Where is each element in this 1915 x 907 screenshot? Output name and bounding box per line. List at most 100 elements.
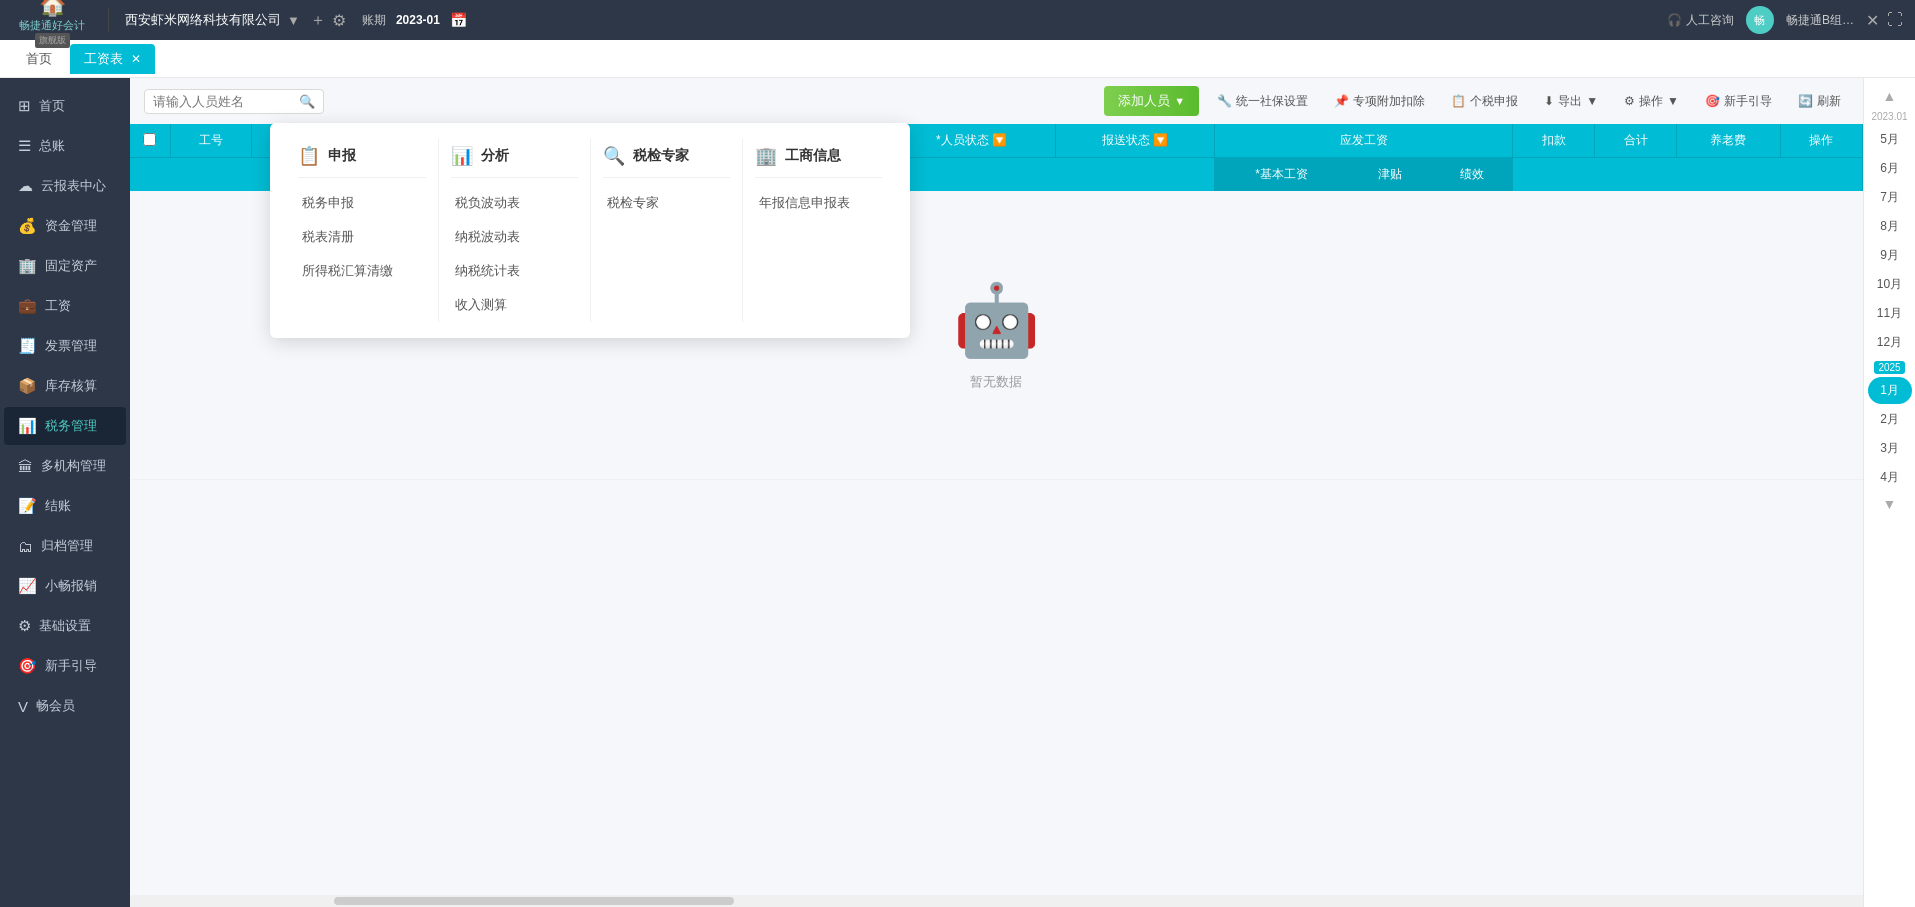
popup-item-income-calc[interactable]: 收入测算	[451, 288, 578, 322]
special-icon: 📌	[1334, 94, 1349, 108]
timeline-month-2[interactable]: 2月	[1868, 406, 1912, 433]
refresh-button[interactable]: 🔄 刷新	[1790, 88, 1849, 115]
guide-button[interactable]: 🎯 新手引导	[1697, 88, 1780, 115]
service-button[interactable]: 🎧 人工咨询	[1667, 12, 1734, 29]
company-selector[interactable]: 西安虾米网络科技有限公司 ▼ ＋ ⚙ 账期 2023-01 📅	[125, 10, 1657, 31]
timeline-month-12[interactable]: 12月	[1868, 329, 1912, 356]
sidebar-item-guide[interactable]: 🎯 新手引导	[4, 647, 126, 685]
horizontal-scrollbar[interactable]	[130, 895, 1863, 907]
popup-item-tax-stats[interactable]: 纳税统计表	[451, 254, 578, 288]
popup-item-tax-declare[interactable]: 税务申报	[298, 186, 426, 220]
sidebar-item-tax[interactable]: 📊 税务管理	[4, 407, 126, 445]
service-label: 人工咨询	[1686, 12, 1734, 29]
sidebar-item-cloud[interactable]: ☁ 云报表中心	[4, 167, 126, 205]
ledger-icon: ☰	[18, 137, 31, 155]
invoice-icon: 🧾	[18, 337, 37, 355]
sidebar-item-ledger[interactable]: ☰ 总账	[4, 127, 126, 165]
sidebar-item-invoice[interactable]: 🧾 发票管理	[4, 327, 126, 365]
search-input[interactable]	[153, 94, 293, 109]
sidebar-item-home[interactable]: ⊞ 首页	[4, 87, 126, 125]
close-icon[interactable]: ✕	[1866, 11, 1879, 30]
personal-tax-button[interactable]: 📋 个税申报	[1443, 88, 1526, 115]
timeline-month-7[interactable]: 7月	[1868, 184, 1912, 211]
timeline-month-8[interactable]: 8月	[1868, 213, 1912, 240]
popup-item-tax-fluctuation[interactable]: 纳税波动表	[451, 220, 578, 254]
sidebar-item-member[interactable]: V 畅会员	[4, 687, 126, 725]
select-all-checkbox[interactable]	[143, 133, 156, 146]
search-box[interactable]: 🔍	[144, 89, 324, 114]
timeline-month-3[interactable]: 3月	[1868, 435, 1912, 462]
th-send-status[interactable]: 报送状态 🔽	[1055, 124, 1214, 158]
sidebar-item-settings[interactable]: ⚙ 基础设置	[4, 607, 126, 645]
th-op: 操作	[1780, 124, 1862, 158]
empty-icon: 🤖	[953, 279, 1040, 361]
tab-home[interactable]: 首页	[12, 44, 66, 74]
sidebar-item-assets[interactable]: 🏢 固定资产	[4, 247, 126, 285]
app-version: 旗舰版	[35, 33, 70, 48]
scrollbar-thumb[interactable]	[334, 897, 734, 905]
timeline-month-4[interactable]: 4月	[1868, 464, 1912, 491]
empty-text: 暂无数据	[970, 373, 1022, 391]
operation-button[interactable]: ⚙ 操作 ▼	[1616, 88, 1687, 115]
sidebar-item-ledger-label: 总账	[39, 137, 65, 155]
archive-icon: 🗂	[18, 538, 33, 555]
maximize-icon[interactable]: ⛶	[1887, 11, 1903, 29]
social-settings-button[interactable]: 🔧 统一社保设置	[1209, 88, 1316, 115]
th-num: 工号	[170, 124, 252, 158]
special-deduction-button[interactable]: 📌 专项附加扣除	[1326, 88, 1433, 115]
sidebar-item-home-label: 首页	[39, 97, 65, 115]
timeline-month-9[interactable]: 9月	[1868, 242, 1912, 269]
personal-icon: 📋	[1451, 94, 1466, 108]
sidebar-item-archive[interactable]: 🗂 归档管理	[4, 527, 126, 565]
sidebar-item-multi[interactable]: 🏛 多机构管理	[4, 447, 126, 485]
timeline-month-11[interactable]: 11月	[1868, 300, 1912, 327]
app-logo: 🏠 畅捷通好会计 旗舰版	[12, 0, 92, 48]
app-name: 畅捷通好会计	[19, 18, 85, 33]
popup-item-tax-burden[interactable]: 税负波动表	[451, 186, 578, 220]
tab-home-label: 首页	[26, 50, 52, 68]
user-name[interactable]: 畅捷通B组…	[1786, 12, 1854, 29]
company-name: 西安虾米网络科技有限公司	[125, 11, 281, 29]
timeline-month-5[interactable]: 5月	[1868, 126, 1912, 153]
th-total: 合计	[1595, 124, 1677, 158]
sidebar-item-settle[interactable]: 📝 结账	[4, 487, 126, 525]
sidebar-item-report-label: 小畅报销	[45, 577, 97, 595]
timeline-month-1[interactable]: 1月	[1868, 377, 1912, 404]
company-dropdown-icon[interactable]: ▼	[287, 13, 300, 28]
tab-salary[interactable]: 工资表 ✕	[70, 44, 155, 74]
sidebar-item-invoice-label: 发票管理	[45, 337, 97, 355]
assets-icon: 🏢	[18, 257, 37, 275]
social-icon: 🔧	[1217, 94, 1232, 108]
inventory-icon: 📦	[18, 377, 37, 395]
timeline-down-icon[interactable]: ▼	[1879, 492, 1901, 516]
popup-item-tax-register[interactable]: 税表清册	[298, 220, 426, 254]
export-button[interactable]: ⬇ 导出 ▼	[1536, 88, 1606, 115]
sidebar-item-settings-label: 基础设置	[39, 617, 91, 635]
sidebar-item-salary[interactable]: 💼 工资	[4, 287, 126, 325]
settings-icon[interactable]: ⚙	[332, 11, 346, 30]
timeline-month-10[interactable]: 10月	[1868, 271, 1912, 298]
popup-item-annual-report[interactable]: 年报信息申报表	[755, 186, 882, 220]
th-status[interactable]: *人员状态 🔽	[888, 124, 1056, 158]
sidebar-item-report[interactable]: 📈 小畅报销	[4, 567, 126, 605]
cloud-icon: ☁	[18, 177, 33, 195]
guide-toolbar-icon: 🎯	[1705, 94, 1720, 108]
report-icon: 📈	[18, 577, 37, 595]
add-person-button[interactable]: 添加人员 ▼	[1104, 86, 1199, 116]
multi-icon: 🏛	[18, 458, 33, 475]
add-company-icon[interactable]: ＋	[310, 10, 326, 31]
sidebar-item-salary-label: 工资	[45, 297, 71, 315]
popup-item-tax-expert[interactable]: 税检专家	[603, 186, 730, 220]
tab-salary-close[interactable]: ✕	[131, 52, 141, 66]
timeline-up-icon[interactable]: ▲	[1879, 84, 1901, 108]
sidebar-item-inventory[interactable]: 📦 库存核算	[4, 367, 126, 405]
shenb-icon: 📋	[298, 145, 320, 167]
timeline-month-6[interactable]: 6月	[1868, 155, 1912, 182]
period-value: 2023-01	[396, 13, 440, 27]
calendar-icon[interactable]: 📅	[450, 12, 467, 28]
popup-item-income-tax[interactable]: 所得税汇算清缴	[298, 254, 426, 288]
toolbar: 🔍 添加人员 ▼ 🔧 统一社保设置 📌 专项附加扣除 📋 个税申报 ⬇ 导出	[130, 78, 1863, 124]
sidebar-item-settle-label: 结账	[45, 497, 71, 515]
sidebar-item-funds[interactable]: 💰 资金管理	[4, 207, 126, 245]
th-checkbox[interactable]	[130, 124, 170, 158]
